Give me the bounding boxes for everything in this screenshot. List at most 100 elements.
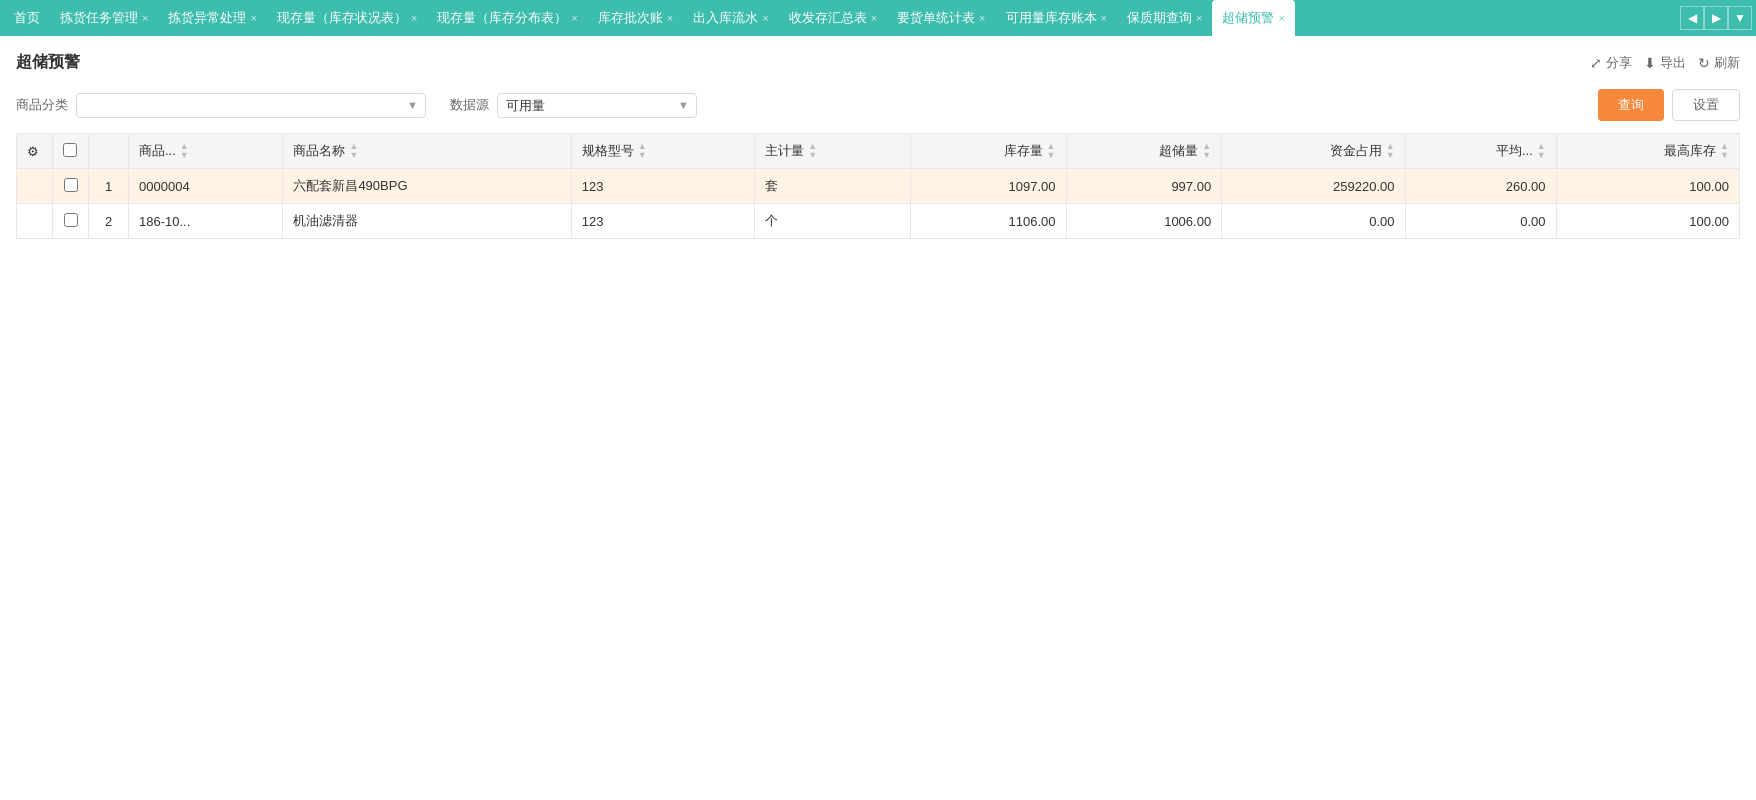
nav-item-summary[interactable]: 收发存汇总表 × bbox=[779, 0, 887, 36]
nav-item-stock-dist[interactable]: 现存量（库存分布表） × bbox=[427, 0, 587, 36]
sort-product-code[interactable]: 商品... ▲▼ bbox=[139, 142, 189, 160]
th-overstock[interactable]: 超储量 ▲▼ bbox=[1066, 134, 1222, 169]
refresh-button[interactable]: ↻ 刷新 bbox=[1698, 54, 1740, 72]
td-overstock-1: 1006.00 bbox=[1066, 204, 1222, 239]
nav-label-home: 首页 bbox=[14, 0, 40, 36]
table-row: 2 186-10... 机油滤清器 123 个 1106.00 1006.00 … bbox=[17, 204, 1740, 239]
nav-item-flow[interactable]: 出入库流水 × bbox=[683, 0, 778, 36]
th-capital[interactable]: 资金占用 ▲▼ bbox=[1222, 134, 1405, 169]
nav-item-overstock[interactable]: 超储预警 × bbox=[1212, 0, 1294, 36]
th-product-name-label: 商品名称 bbox=[293, 142, 345, 160]
sort-capital[interactable]: 资金占用 ▲▼ bbox=[1330, 142, 1395, 160]
th-checkbox[interactable] bbox=[53, 134, 89, 169]
nav-item-available[interactable]: 可用量库存账本 × bbox=[996, 0, 1117, 36]
th-product-code[interactable]: 商品... ▲▼ bbox=[129, 134, 283, 169]
datasource-filter-group: 数据源 可用量 库存量 ▼ bbox=[450, 93, 697, 118]
th-spec[interactable]: 规格型号 ▲▼ bbox=[571, 134, 754, 169]
nav-prev-button[interactable]: ◀ bbox=[1680, 6, 1704, 30]
td-max-stock-0: 100.00 bbox=[1556, 169, 1739, 204]
th-max-stock-label: 最高库存 bbox=[1664, 142, 1716, 160]
refresh-label: 刷新 bbox=[1714, 54, 1740, 72]
td-capital-0: 259220.00 bbox=[1222, 169, 1405, 204]
datasource-select[interactable]: 可用量 库存量 bbox=[497, 93, 697, 118]
nav-more-button[interactable]: ▼ bbox=[1728, 6, 1752, 30]
filter-actions: 查询 设置 bbox=[1598, 89, 1740, 121]
refresh-icon: ↻ bbox=[1698, 55, 1710, 71]
td-product-code-1: 186-10... bbox=[129, 204, 283, 239]
close-icon-summary[interactable]: × bbox=[871, 0, 877, 36]
nav-item-task[interactable]: 拣货任务管理 × bbox=[50, 0, 158, 36]
nav-label-demand: 要货单统计表 bbox=[897, 0, 975, 36]
nav-item-stock-status[interactable]: 现存量（库存状况表） × bbox=[267, 0, 427, 36]
sort-product-name[interactable]: 商品名称 ▲▼ bbox=[293, 142, 358, 160]
close-icon-stock-dist[interactable]: × bbox=[571, 0, 577, 36]
td-settings-1 bbox=[17, 204, 53, 239]
share-icon: ⤢ bbox=[1590, 55, 1602, 71]
close-icon-flow[interactable]: × bbox=[762, 0, 768, 36]
nav-item-abnormal[interactable]: 拣货异常处理 × bbox=[158, 0, 266, 36]
select-all-checkbox[interactable] bbox=[63, 143, 77, 157]
settings-button[interactable]: 设置 bbox=[1672, 89, 1740, 121]
close-icon-overstock[interactable]: × bbox=[1278, 0, 1284, 36]
th-product-code-label: 商品... bbox=[139, 142, 176, 160]
td-product-code-0: 0000004 bbox=[129, 169, 283, 204]
nav-item-batch[interactable]: 库存批次账 × bbox=[588, 0, 683, 36]
share-button[interactable]: ⤢ 分享 bbox=[1590, 54, 1632, 72]
top-nav: 首页 拣货任务管理 × 拣货异常处理 × 现存量（库存状况表） × 现存量（库存… bbox=[0, 0, 1756, 36]
main-content: 超储预警 ⤢ 分享 ⬇ 导出 ↻ 刷新 商品分类 ▼ bbox=[0, 36, 1756, 800]
td-avg-0: 260.00 bbox=[1405, 169, 1556, 204]
nav-label-summary: 收发存汇总表 bbox=[789, 0, 867, 36]
close-icon-task[interactable]: × bbox=[142, 0, 148, 36]
export-label: 导出 bbox=[1660, 54, 1686, 72]
sort-overstock[interactable]: 超储量 ▲▼ bbox=[1159, 142, 1211, 160]
th-product-name[interactable]: 商品名称 ▲▼ bbox=[283, 134, 571, 169]
sort-max-stock[interactable]: 最高库存 ▲▼ bbox=[1664, 142, 1729, 160]
datasource-label: 数据源 bbox=[450, 96, 489, 114]
th-stock-label: 库存量 bbox=[1004, 142, 1043, 160]
category-select-wrapper: ▼ bbox=[76, 93, 426, 118]
th-avg-label: 平均... bbox=[1496, 142, 1533, 160]
sort-icon-unit: ▲▼ bbox=[808, 142, 817, 160]
nav-item-expiry[interactable]: 保质期查询 × bbox=[1117, 0, 1212, 36]
sort-icon-stock: ▲▼ bbox=[1047, 142, 1056, 160]
sort-spec[interactable]: 规格型号 ▲▼ bbox=[582, 142, 647, 160]
category-select[interactable] bbox=[76, 93, 426, 118]
nav-label-expiry: 保质期查询 bbox=[1127, 0, 1192, 36]
td-checkbox-1[interactable] bbox=[53, 204, 89, 239]
data-table: ⚙ 商品... ▲▼ 商品名称 ▲▼ bbox=[16, 133, 1740, 239]
sort-avg[interactable]: 平均... ▲▼ bbox=[1496, 142, 1546, 160]
close-icon-expiry[interactable]: × bbox=[1196, 0, 1202, 36]
th-stock[interactable]: 库存量 ▲▼ bbox=[910, 134, 1066, 169]
export-button[interactable]: ⬇ 导出 bbox=[1644, 54, 1686, 72]
page-title-row: 超储预警 ⤢ 分享 ⬇ 导出 ↻ 刷新 bbox=[16, 52, 1740, 73]
sort-stock[interactable]: 库存量 ▲▼ bbox=[1004, 142, 1056, 160]
title-actions: ⤢ 分享 ⬇ 导出 ↻ 刷新 bbox=[1590, 54, 1740, 72]
filter-row: 商品分类 ▼ 数据源 可用量 库存量 ▼ 查询 设置 bbox=[16, 89, 1740, 121]
th-spec-label: 规格型号 bbox=[582, 142, 634, 160]
th-num bbox=[89, 134, 129, 169]
td-checkbox-0[interactable] bbox=[53, 169, 89, 204]
close-icon-stock-status[interactable]: × bbox=[411, 0, 417, 36]
td-settings-0 bbox=[17, 169, 53, 204]
th-max-stock[interactable]: 最高库存 ▲▼ bbox=[1556, 134, 1739, 169]
sort-icon-product-code: ▲▼ bbox=[180, 142, 189, 160]
close-icon-demand[interactable]: × bbox=[979, 0, 985, 36]
row-checkbox-0[interactable] bbox=[64, 178, 78, 192]
nav-next-button[interactable]: ▶ bbox=[1704, 6, 1728, 30]
th-settings[interactable]: ⚙ bbox=[17, 134, 53, 169]
close-icon-abnormal[interactable]: × bbox=[250, 0, 256, 36]
query-button[interactable]: 查询 bbox=[1598, 89, 1664, 121]
close-icon-batch[interactable]: × bbox=[667, 0, 673, 36]
close-icon-available[interactable]: × bbox=[1101, 0, 1107, 36]
th-overstock-label: 超储量 bbox=[1159, 142, 1198, 160]
td-avg-1: 0.00 bbox=[1405, 204, 1556, 239]
row-checkbox-1[interactable] bbox=[64, 213, 78, 227]
th-avg[interactable]: 平均... ▲▼ bbox=[1405, 134, 1556, 169]
nav-label-batch: 库存批次账 bbox=[598, 0, 663, 36]
th-unit[interactable]: 主计量 ▲▼ bbox=[755, 134, 911, 169]
td-stock-0: 1097.00 bbox=[910, 169, 1066, 204]
sort-unit[interactable]: 主计量 ▲▼ bbox=[765, 142, 817, 160]
nav-item-demand[interactable]: 要货单统计表 × bbox=[887, 0, 995, 36]
nav-label-task: 拣货任务管理 bbox=[60, 0, 138, 36]
nav-item-home[interactable]: 首页 bbox=[4, 0, 50, 36]
